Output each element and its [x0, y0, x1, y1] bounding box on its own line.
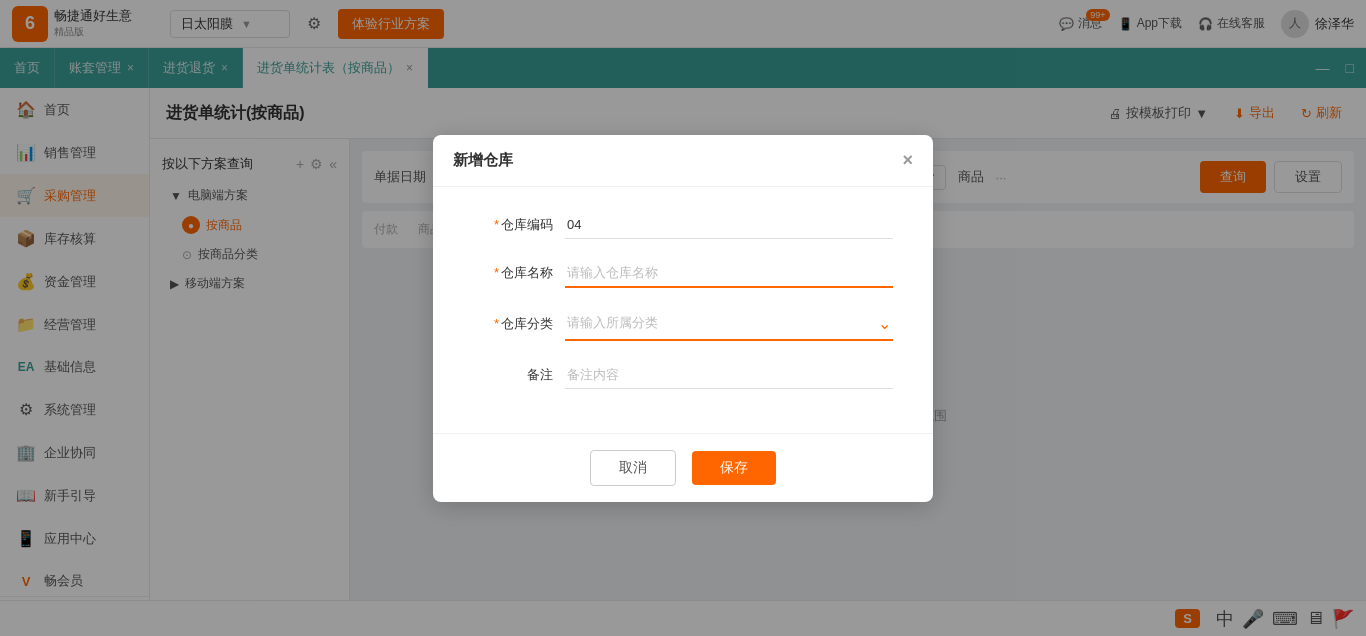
cancel-button[interactable]: 取消	[590, 450, 676, 486]
warehouse-name-input[interactable]	[565, 259, 893, 288]
form-row-name: 仓库名称	[473, 259, 893, 288]
warehouse-code-input[interactable]	[565, 211, 893, 239]
form-row-category: 仓库分类 请输入所属分类 ⌄	[473, 308, 893, 341]
modal-overlay: 新增仓库 × 仓库编码 仓库名称 仓库分类 请输入所属分类 ⌄	[0, 0, 1366, 636]
form-row-code: 仓库编码	[473, 211, 893, 239]
dialog-body: 仓库编码 仓库名称 仓库分类 请输入所属分类 ⌄ 备注	[433, 187, 933, 433]
category-placeholder: 请输入所属分类	[567, 314, 878, 332]
save-button[interactable]: 保存	[692, 451, 776, 485]
name-label: 仓库名称	[473, 264, 553, 282]
category-dropdown-arrow: ⌄	[878, 314, 891, 333]
category-select[interactable]: 请输入所属分类 ⌄	[565, 308, 893, 341]
new-warehouse-dialog: 新增仓库 × 仓库编码 仓库名称 仓库分类 请输入所属分类 ⌄	[433, 135, 933, 502]
dialog-close-button[interactable]: ×	[902, 151, 913, 169]
dialog-title: 新增仓库	[453, 151, 513, 170]
category-label: 仓库分类	[473, 315, 553, 333]
dialog-footer: 取消 保存	[433, 433, 933, 502]
remark-input[interactable]	[565, 361, 893, 389]
dialog-header: 新增仓库 ×	[433, 135, 933, 187]
form-row-remark: 备注	[473, 361, 893, 389]
remark-label: 备注	[473, 366, 553, 384]
code-label: 仓库编码	[473, 216, 553, 234]
